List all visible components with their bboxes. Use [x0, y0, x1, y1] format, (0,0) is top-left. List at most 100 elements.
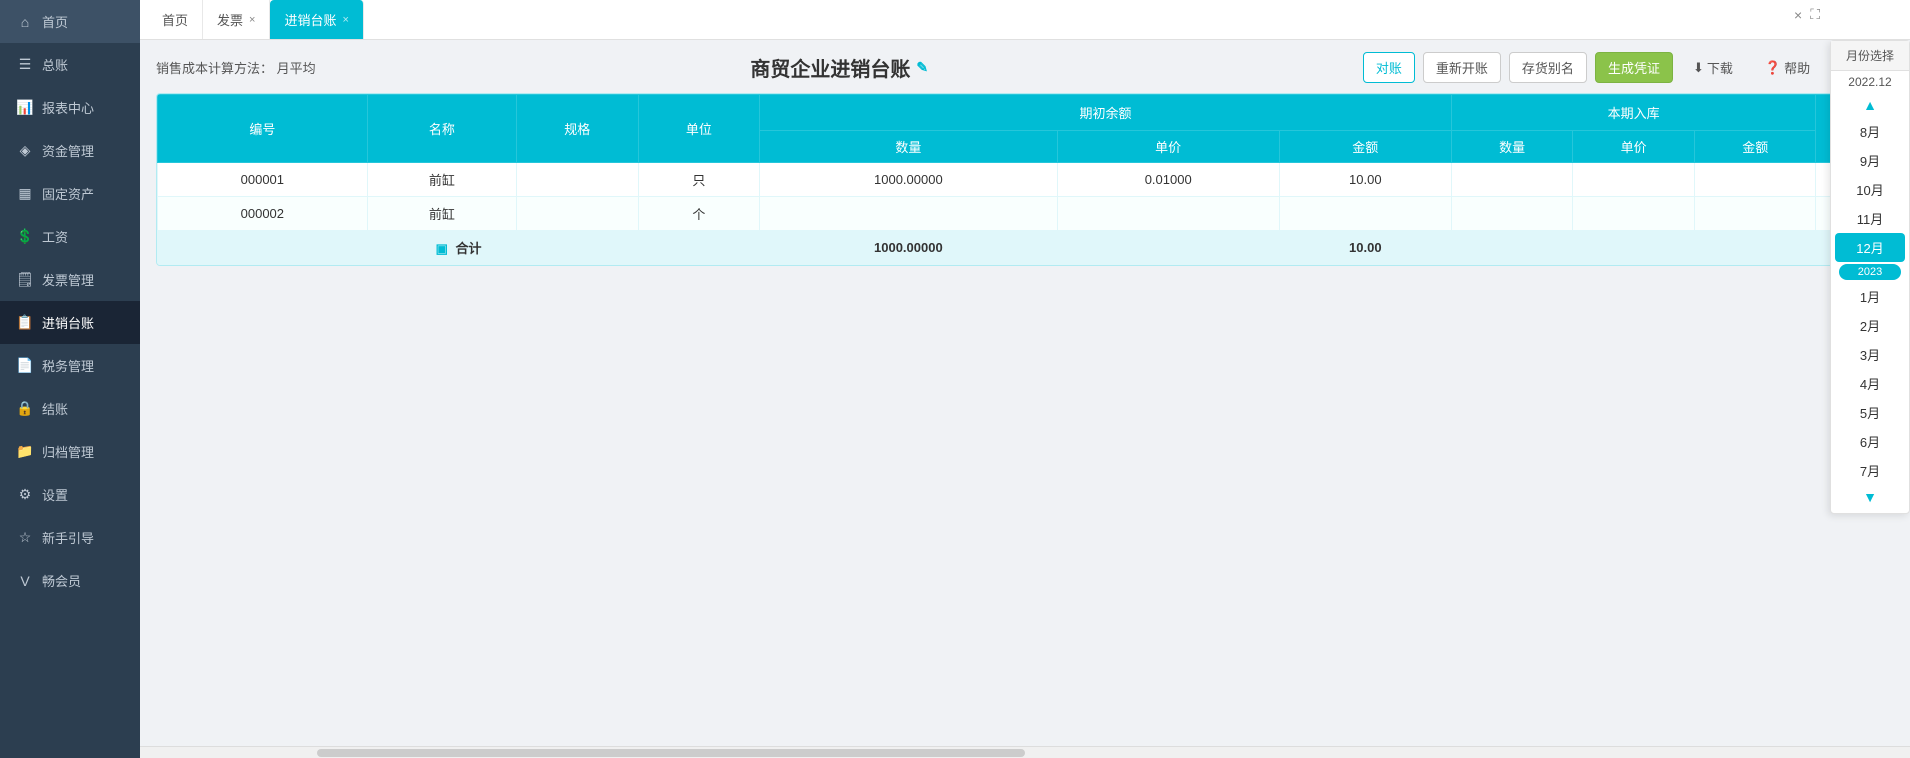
tab-inventory-close[interactable]: ×	[342, 14, 348, 26]
help-label: 帮助	[1784, 58, 1810, 77]
col-spec: 规格	[516, 95, 638, 163]
month-item-3[interactable]: 3月	[1831, 340, 1909, 369]
sidebar-item-assets[interactable]: ▦ 固定资产	[0, 172, 140, 215]
closing-icon: 🔒	[16, 400, 34, 417]
total-ob-amount: 10.00	[1279, 231, 1451, 265]
tab-inventory-label: 进销台账	[284, 10, 336, 29]
total-ob-qty: 1000.00000	[760, 231, 1057, 265]
sidebar-item-archive[interactable]: 📁 归档管理	[0, 430, 140, 473]
sidebar-item-reports[interactable]: 📊 报表中心	[0, 86, 140, 129]
table-total-row: ▣ 合计 1000.00000 10.00	[158, 231, 1893, 265]
sidebar-item-settings[interactable]: ⚙ 设置	[0, 473, 140, 516]
month-item-11[interactable]: 11月	[1831, 204, 1909, 233]
sidebar-item-label: 固定资产	[42, 184, 94, 203]
cell-ob-price: 0.01000	[1057, 163, 1279, 197]
save-alias-button[interactable]: 存货别名	[1509, 52, 1587, 83]
sidebar-item-guide[interactable]: ☆ 新手引导	[0, 516, 140, 559]
cell-unit: 只	[638, 163, 760, 197]
tab-invoice[interactable]: 发票 ×	[203, 0, 270, 39]
sidebar-item-home[interactable]: ⌂ 首页	[0, 0, 140, 43]
month-item-7[interactable]: 7月	[1831, 456, 1909, 485]
generate-voucher-button[interactable]: 生成凭证	[1595, 52, 1673, 83]
cost-method-info: 销售成本计算方法： 月平均	[156, 58, 316, 77]
month-prev-button[interactable]: ▲	[1863, 97, 1877, 113]
month-item-9[interactable]: 9月	[1831, 146, 1909, 175]
table-row: 000002 前缸 个	[158, 197, 1893, 231]
close-button[interactable]: ×	[1794, 7, 1802, 23]
col-current-in: 本期入库	[1451, 95, 1816, 131]
sidebar-item-label: 总账	[42, 55, 68, 74]
sidebar-item-label: 设置	[42, 485, 68, 504]
col-ob-qty: 数量	[760, 131, 1057, 163]
sidebar-item-closing[interactable]: 🔒 结账	[0, 387, 140, 430]
sidebar-item-salary[interactable]: 💲 工资	[0, 215, 140, 258]
month-item-2[interactable]: 2月	[1831, 311, 1909, 340]
reconcile-button[interactable]: 对账	[1363, 52, 1415, 83]
content-area: 销售成本计算方法： 月平均 商贸企业进销台账 ✎ 对账 重新开账 存货别名 生成…	[140, 40, 1910, 746]
sidebar-item-tax[interactable]: 📄 税务管理	[0, 344, 140, 387]
month-item-10[interactable]: 10月	[1831, 175, 1909, 204]
cell-name: 前缸	[367, 163, 516, 197]
archive-icon: 📁	[16, 443, 34, 460]
tab-home-label: 首页	[162, 10, 188, 29]
reopen-button[interactable]: 重新开账	[1423, 52, 1501, 83]
month-item-6[interactable]: 6月	[1831, 427, 1909, 456]
tab-home[interactable]: 首页	[148, 0, 203, 39]
month-item-5[interactable]: 5月	[1831, 398, 1909, 427]
ledger-icon: ☰	[16, 56, 34, 73]
cell-ob-amount	[1279, 197, 1451, 231]
col-unit: 单位	[638, 95, 760, 163]
download-label: 下载	[1707, 58, 1733, 77]
cell-ob-qty	[760, 197, 1057, 231]
guide-icon: ☆	[16, 529, 34, 546]
sidebar-item-member[interactable]: V 畅会员	[0, 559, 140, 602]
info-bar: 销售成本计算方法： 月平均 商贸企业进销台账 ✎ 对账 重新开账 存货别名 生成…	[156, 52, 1894, 83]
finance-icon: ◈	[16, 142, 34, 159]
help-button[interactable]: ❓ 帮助	[1753, 53, 1822, 82]
cell-name: 前缸	[367, 197, 516, 231]
month-selector-panel: 月份选择 2022.12 ▲ 8月 9月 10月 11月 12月 2023 1月…	[1830, 40, 1910, 514]
cell-in-price	[1573, 163, 1695, 197]
month-item-8[interactable]: 8月	[1831, 117, 1909, 146]
horizontal-scrollbar[interactable]	[140, 746, 1910, 758]
cell-ob-price	[1057, 197, 1279, 231]
download-icon: ⬇	[1693, 60, 1704, 76]
tax-icon: 📄	[16, 357, 34, 374]
total-in-price	[1573, 231, 1695, 265]
member-icon: V	[16, 573, 34, 589]
col-ob-price: 单价	[1057, 131, 1279, 163]
sidebar-item-label: 畅会员	[42, 571, 81, 590]
maximize-button[interactable]: ⛶	[1810, 6, 1820, 23]
sidebar-item-label: 结账	[42, 399, 68, 418]
sidebar: ⌂ 首页 ☰ 总账 📊 报表中心 ◈ 资金管理 ▦ 固定资产 💲 工资 🗒 发票…	[0, 0, 140, 758]
sidebar-item-inventory[interactable]: 📋 进销台账	[0, 301, 140, 344]
sidebar-item-finance[interactable]: ◈ 资金管理	[0, 129, 140, 172]
download-button[interactable]: ⬇ 下载	[1681, 53, 1745, 82]
col-in-price: 单价	[1573, 131, 1695, 163]
cell-in-qty	[1451, 197, 1573, 231]
toolbar-buttons: 对账 重新开账 存货别名 生成凭证 ⬇ 下载 ❓ 帮助 ↺ 刷新	[1363, 52, 1894, 83]
settings-icon: ⚙	[16, 486, 34, 503]
month-next-button[interactable]: ▼	[1863, 489, 1877, 505]
tab-invoice-close[interactable]: ×	[249, 14, 255, 26]
col-code: 编号	[158, 95, 368, 163]
col-in-qty: 数量	[1451, 131, 1573, 163]
month-item-4[interactable]: 4月	[1831, 369, 1909, 398]
table-row: 000001 前缸 只 1000.00000 0.01000 10.00	[158, 163, 1893, 197]
sidebar-item-label: 工资	[42, 227, 68, 246]
month-item-1[interactable]: 1月	[1831, 282, 1909, 311]
sidebar-item-label: 归档管理	[42, 442, 94, 461]
total-label: ▣ 合计	[158, 231, 760, 265]
page-title-text: 商贸企业进销台账	[750, 53, 910, 82]
sidebar-item-ledger[interactable]: ☰ 总账	[0, 43, 140, 86]
sidebar-item-label: 新手引导	[42, 528, 94, 547]
scrollbar-thumb[interactable]	[317, 749, 1025, 757]
month-item-12[interactable]: 12月	[1835, 233, 1905, 262]
edit-title-icon[interactable]: ✎	[916, 59, 928, 76]
month-nav-down: ▼	[1831, 485, 1909, 509]
sidebar-item-invoice[interactable]: 🗒 发票管理	[0, 258, 140, 301]
tab-bar: 首页 发票 × 进销台账 ×	[140, 0, 1910, 40]
reports-icon: 📊	[16, 99, 34, 116]
inventory-icon: 📋	[16, 314, 34, 331]
tab-inventory[interactable]: 进销台账 ×	[270, 0, 363, 39]
